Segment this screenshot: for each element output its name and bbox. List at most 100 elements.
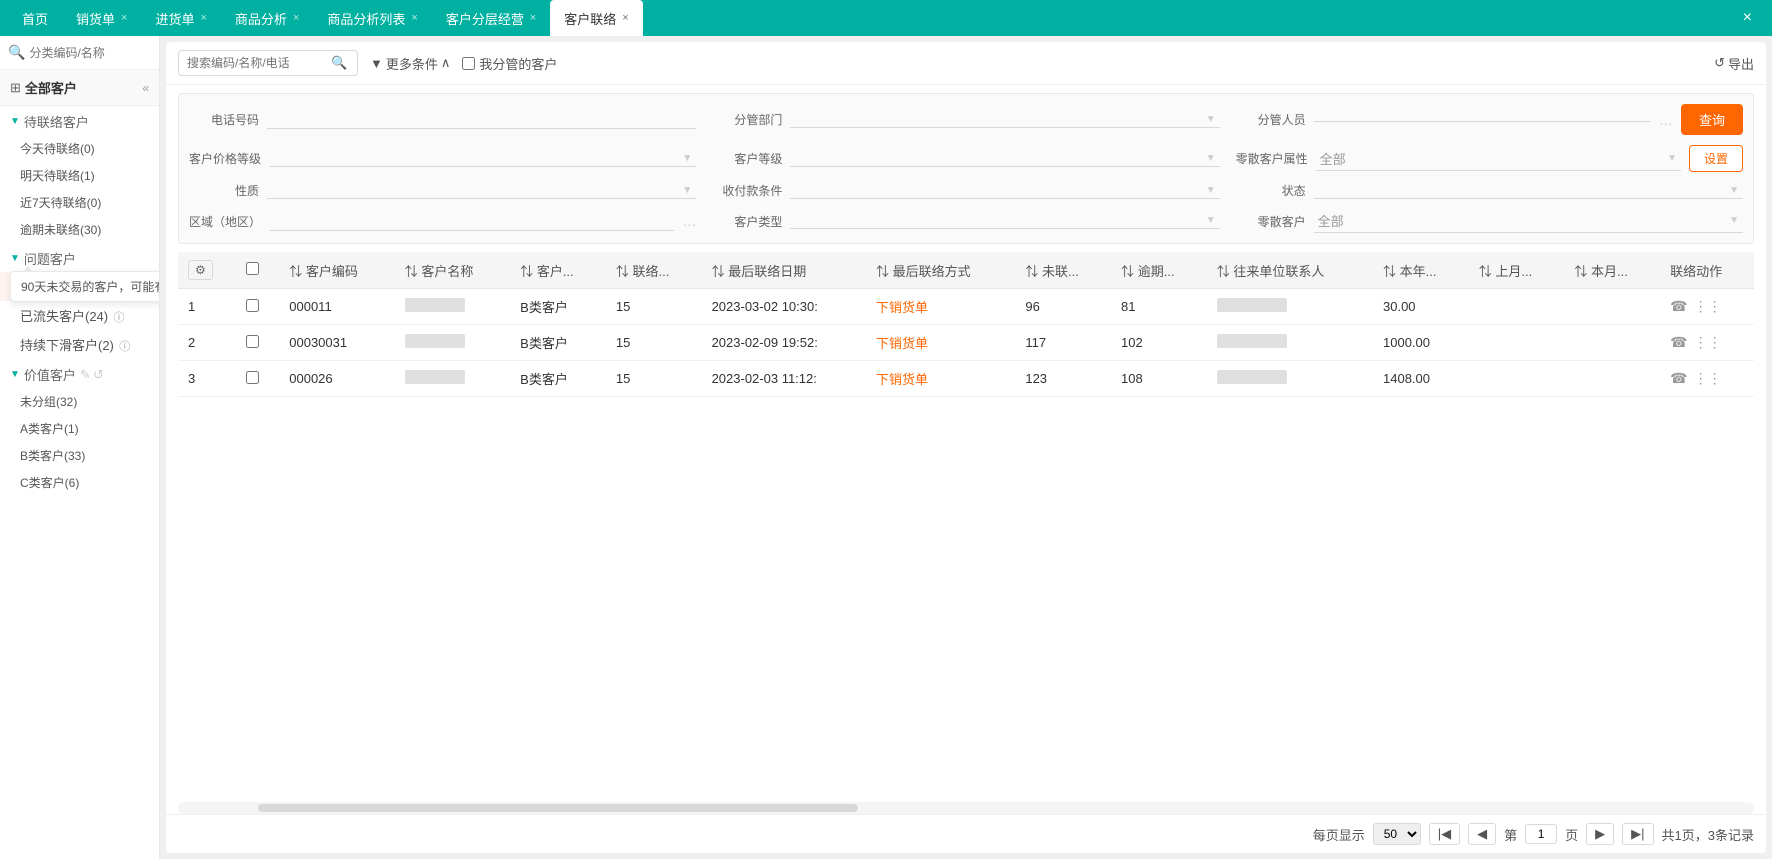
sidebar-item-lost-customers[interactable]: 已流失客户(24) ⓘ <box>0 301 159 330</box>
page-number-input[interactable]: 1 <box>1525 824 1557 844</box>
filter-icon: ▼ <box>370 56 383 71</box>
scroll-thumb[interactable] <box>258 804 858 812</box>
filter-nature-select[interactable]: ▼ <box>267 183 696 199</box>
filter-retail-customer-select[interactable]: 全部 ▼ <box>1314 209 1743 233</box>
filter-dept: 分管部门 ▼ <box>712 104 1219 135</box>
filter-person: 分管人员 … 查询 <box>1236 104 1743 135</box>
close-customer-contact-icon[interactable]: × <box>622 12 628 24</box>
query-button[interactable]: 查询 <box>1681 104 1743 135</box>
filter-dept-select[interactable]: ▼ <box>790 112 1219 128</box>
sidebar-item-declining-customers[interactable]: 持续下滑客户(2) ⓘ <box>0 330 159 359</box>
settings-button[interactable]: 设置 <box>1689 145 1743 172</box>
action-contact-icon-1[interactable]: ☎ <box>1670 334 1687 351</box>
close-product-list-icon[interactable]: × <box>411 12 417 24</box>
sidebar-item-ungrouped[interactable]: 未分组(32) <box>0 388 159 415</box>
last-method-link-0[interactable]: 下销货单 <box>876 300 928 315</box>
last-page-button[interactable]: ▶| <box>1622 823 1653 845</box>
filter-retail-attr-label: 零散客户属性 <box>1236 150 1308 167</box>
sidebar-item-class-b[interactable]: B类客户(33) <box>0 442 159 469</box>
filter-retail-attr: 零散客户属性 全部 ▼ 设置 <box>1236 145 1743 172</box>
search-button-icon[interactable]: 🔍 <box>331 55 347 71</box>
close-customer-segment-icon[interactable]: × <box>530 12 536 24</box>
close-product-analysis-icon[interactable]: × <box>293 12 299 24</box>
chevron-down-icon-4: ▼ <box>1667 153 1677 164</box>
top-close-icon[interactable]: × <box>1731 9 1764 27</box>
last-method-link-2[interactable]: 下销货单 <box>876 372 928 387</box>
sidebar-item-today-contact[interactable]: 今天待联络(0) <box>0 135 159 162</box>
next-page-button[interactable]: ▶ <box>1586 823 1614 845</box>
action-more-icon-2[interactable]: ⋮⋮ <box>1694 370 1722 387</box>
action-contact-icon-0[interactable]: ☎ <box>1670 298 1687 315</box>
filter-customer-grade-select[interactable]: ▼ <box>790 151 1219 167</box>
cell-last-date: 2023-02-09 19:52: <box>702 325 866 361</box>
refresh-icon-btn[interactable]: ↺ <box>1714 55 1725 71</box>
close-sales-icon[interactable]: × <box>121 12 127 24</box>
cell-code: 000026 <box>279 361 394 397</box>
my-customers-checkbox[interactable]: 我分管的客户 <box>462 54 557 73</box>
sidebar-item-week-contact[interactable]: 近7天待联络(0) <box>0 189 159 216</box>
filter-region-dots[interactable]: … <box>682 213 696 229</box>
cell-last-method: 下销货单 <box>866 325 1015 361</box>
sidebar-item-class-a[interactable]: A类客户(1) <box>0 415 159 442</box>
action-more-icon-0[interactable]: ⋮⋮ <box>1694 298 1722 315</box>
cell-uncontacted: 117 <box>1015 325 1111 361</box>
filter-payment-select[interactable]: ▼ <box>790 183 1219 199</box>
filter-customer-type-select[interactable]: ▼ <box>790 213 1219 229</box>
filter-status-select[interactable]: ▼ <box>1314 183 1743 199</box>
row-checkbox-2[interactable] <box>246 371 259 384</box>
chevron-down-icon-6: ▼ <box>1206 185 1216 196</box>
nav-sales[interactable]: 销货单 × <box>62 0 141 36</box>
filter-phone-input[interactable] <box>267 110 696 129</box>
export-button[interactable]: ↺ 导出 <box>1714 54 1754 73</box>
first-page-button[interactable]: |◀ <box>1429 823 1460 845</box>
cell-this-month <box>1564 325 1660 361</box>
sidebar-item-class-c[interactable]: C类客户(6) <box>0 469 159 496</box>
th-contact: ⇅ 联络... <box>606 252 702 289</box>
nav-customer-contact[interactable]: 客户联络 × <box>550 0 642 36</box>
page-size-select[interactable]: 50 <box>1373 823 1421 845</box>
nav-product-analysis[interactable]: 商品分析 × <box>221 0 313 36</box>
filter-region-input[interactable] <box>269 212 674 231</box>
nav-home[interactable]: 首页 <box>8 0 62 36</box>
action-contact-icon-2[interactable]: ☎ <box>1670 370 1687 387</box>
filter-retail-attr-select[interactable]: 全部 ▼ <box>1316 147 1681 171</box>
content-area: 🔍 ▼ 更多条件 ∧ 我分管的客户 ↺ 导出 电话号码 <box>166 42 1766 853</box>
nav-purchase[interactable]: 进货单 × <box>141 0 220 36</box>
cell-name <box>395 361 510 397</box>
refresh-icon[interactable]: ↺ <box>93 367 104 383</box>
filter-price-level-select[interactable]: ▼ <box>269 151 696 167</box>
sidebar-item-overdue-contact[interactable]: 逾期未联络(30) <box>0 216 159 243</box>
sidebar-item-tomorrow-contact[interactable]: 明天待联络(1) <box>0 162 159 189</box>
sidebar-all-customers-label: 全部客户 <box>25 78 142 97</box>
action-more-icon-1[interactable]: ⋮⋮ <box>1694 334 1722 351</box>
filter-person-select[interactable] <box>1314 117 1651 122</box>
sidebar-group-value[interactable]: ▼ 价值客户 ✎ ↺ <box>0 359 159 388</box>
search-input[interactable] <box>187 56 327 70</box>
more-filters-button[interactable]: ▼ 更多条件 ∧ <box>370 54 450 73</box>
row-checkbox-0[interactable] <box>246 299 259 312</box>
nav-customer-segment[interactable]: 客户分层经营 × <box>432 0 550 36</box>
horizontal-scrollbar[interactable] <box>178 802 1754 814</box>
filter-customer-grade-label: 客户等级 <box>712 150 782 167</box>
cell-overdue: 108 <box>1111 361 1207 397</box>
sort-icon-year: ⇅ <box>1383 264 1396 279</box>
sort-icon-last-month: ⇅ <box>1479 264 1492 279</box>
edit-icon[interactable]: ✎ <box>80 367 91 383</box>
nav-product-list[interactable]: 商品分析列表 × <box>313 0 431 36</box>
top-nav: 首页 销货单 × 进货单 × 商品分析 × 商品分析列表 × 客户分层经营 × … <box>0 0 1772 36</box>
sidebar-all-customers[interactable]: ⊞ 全部客户 « <box>0 70 159 106</box>
filter-person-dots[interactable]: … <box>1659 112 1673 128</box>
filter-retail-customer-label: 零散客户 <box>1236 213 1306 230</box>
my-customers-check[interactable] <box>462 57 475 70</box>
row-checkbox-1[interactable] <box>246 335 259 348</box>
sort-icon-date: ⇅ <box>712 264 725 279</box>
sidebar-search-input[interactable] <box>29 46 160 60</box>
th-last-date: ⇅ 最后联络日期 <box>702 252 866 289</box>
table-settings-button[interactable]: ⚙ <box>188 260 213 280</box>
close-purchase-icon[interactable]: × <box>200 12 206 24</box>
sidebar-group-pending[interactable]: ▼ 待联络客户 <box>0 106 159 135</box>
last-method-link-1[interactable]: 下销货单 <box>876 336 928 351</box>
prev-page-button[interactable]: ◀ <box>1468 823 1496 845</box>
select-all-checkbox[interactable] <box>246 262 259 275</box>
th-action: 联络动作 <box>1660 252 1754 289</box>
